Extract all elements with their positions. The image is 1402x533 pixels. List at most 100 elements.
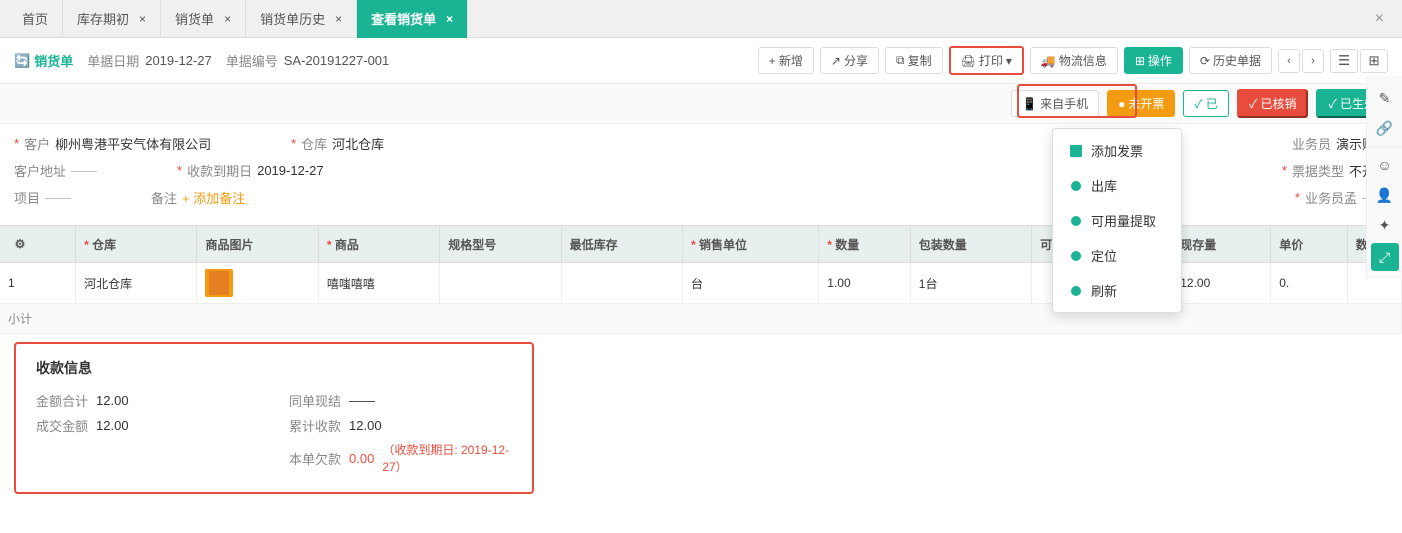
print-button[interactable]: 🖨 打印 ▾: [949, 46, 1024, 75]
expand-right-icon[interactable]: ⤢: [1371, 243, 1399, 271]
extract-icon: [1069, 214, 1083, 228]
payment-box: 收款信息 金额合计 12.00 成交金额 12.00 同单现结 —— 累计收款: [14, 342, 534, 494]
link-right-icon[interactable]: 🔗: [1371, 114, 1399, 142]
tab-view-sales-close[interactable]: ×: [446, 12, 453, 26]
tab-inventory-init-close[interactable]: ×: [139, 12, 146, 26]
invoice-icon: [1069, 144, 1083, 158]
ticket-icon: ●: [1118, 97, 1125, 111]
td-warehouse: 河北仓库: [76, 263, 197, 304]
copy-button[interactable]: ⧉ 复制: [885, 47, 943, 74]
operation-button[interactable]: ⊞ 操作: [1124, 47, 1183, 74]
table-row: 1 河北仓库 嘻嗤嘻嘻 台 1.00 1台 12.00 0.: [0, 263, 1402, 304]
print-icon: 🖨: [961, 54, 976, 68]
history-button[interactable]: ⟳ 历史单据: [1189, 47, 1272, 74]
copy-icon: ⧉: [896, 53, 905, 68]
td-price: 0.: [1271, 263, 1348, 304]
td-pkg-qty: 1台: [910, 263, 1031, 304]
transaction-amount-row: 成交金额 12.00: [36, 413, 259, 438]
th-product-img: 商品图片: [197, 226, 318, 263]
dropdown-locate[interactable]: 定位: [1053, 238, 1181, 273]
form-area: * 客户 柳州粤港平安气体有限公司 * 仓库 河北仓库 业务员 演示账号 客户地…: [0, 124, 1402, 225]
tab-home[interactable]: 首页: [8, 0, 63, 38]
doc-title: 🔄 销货单: [14, 51, 73, 70]
th-min-stock: 最低库存: [561, 226, 682, 263]
second-toolbar: 📱 来自手机 ● 未开票 ✓ 已 ✓ 已核销 ✓ 已生效: [0, 84, 1402, 124]
td-min-stock: [561, 263, 682, 304]
toolbar-buttons: + 新增 ↗ 分享 ⧉ 复制 🖨 打印 ▾ 🚚 物流信息 ⊞ 操作: [758, 46, 1388, 75]
td-spec: [440, 263, 561, 304]
warehouse-field: * 仓库 河北仓库: [291, 134, 384, 153]
th-spec: 规格型号: [440, 226, 561, 263]
sold-out-button[interactable]: ✓ 已核销: [1237, 89, 1309, 118]
not-open-ticket-button[interactable]: ● 未开票: [1107, 90, 1175, 117]
tab-sales-history[interactable]: 销货单历史 ×: [246, 0, 357, 38]
td-product: 嘻嗤嘻嘻: [318, 263, 439, 304]
prev-button[interactable]: ‹: [1278, 49, 1300, 73]
customer-field: * 客户 柳州粤港平安气体有限公司: [14, 134, 211, 153]
project-field: 项目 ——: [14, 188, 71, 207]
td-qty: 1.00: [819, 263, 911, 304]
th-unit: * 销售单位: [682, 226, 818, 263]
gear-icon[interactable]: ⚙: [8, 232, 32, 256]
subtotal-label: 小计: [0, 304, 1402, 334]
dropdown-menu: 添加发票 出库 可用量提取 定位 刷新: [1052, 128, 1182, 313]
grid-view-button[interactable]: ⊞: [1360, 49, 1388, 73]
tab-sales-order-close[interactable]: ×: [224, 12, 231, 26]
refresh-icon: [1069, 284, 1083, 298]
from-phone-button[interactable]: 📱 来自手机: [1011, 90, 1099, 117]
td-unit: 台: [682, 263, 818, 304]
tab-sales-order[interactable]: 销货单 ×: [161, 0, 246, 38]
list-view-button[interactable]: ☰: [1330, 49, 1358, 73]
right-icons-panel: ✎ 🔗 ☺ 👤 ✦ ⤢: [1366, 76, 1402, 279]
due-amount-row: 本单欠款 0.00 （收款到期日: 2019-12-27）: [289, 438, 512, 478]
tab-inventory-init[interactable]: 库存期初 ×: [63, 0, 161, 38]
history-icon: ⟳: [1200, 54, 1210, 68]
window-close-button[interactable]: ×: [1365, 10, 1394, 28]
td-img: [197, 263, 318, 304]
th-pkg-qty: 包装数量: [910, 226, 1031, 263]
share-button[interactable]: ↗ 分享: [820, 47, 879, 74]
star-right-icon[interactable]: ✦: [1371, 211, 1399, 239]
total-amount-row: 金额合计 12.00: [36, 388, 259, 413]
share-icon: ↗: [831, 54, 841, 68]
next-button[interactable]: ›: [1302, 49, 1324, 73]
cumulative-row: 累计收款 12.00: [289, 413, 512, 438]
table-wrap: ⚙ * 仓库 商品图片 * 商品 规格型号 最低库存 * 销售单位 * 数量 包…: [0, 225, 1402, 334]
product-image: [205, 269, 233, 297]
dropdown-refresh[interactable]: 刷新: [1053, 273, 1181, 308]
th-warehouse: * 仓库: [76, 226, 197, 263]
dropdown-add-invoice[interactable]: 添加发票: [1053, 133, 1181, 168]
edit-right-icon[interactable]: ✎: [1371, 84, 1399, 112]
note-field: 备注 + 添加备注: [151, 188, 245, 207]
logistics-button[interactable]: 🚚 物流信息: [1030, 47, 1118, 74]
dropdown-available-extract[interactable]: 可用量提取: [1053, 203, 1181, 238]
new-button[interactable]: + 新增: [758, 47, 814, 74]
same-order-row: 同单现结 ——: [289, 388, 512, 413]
locate-icon: [1069, 249, 1083, 263]
truck-icon: 🚚: [1041, 54, 1056, 68]
grid-icon: ⊞: [1135, 54, 1145, 68]
doc-header: 🔄 销货单 单据日期 2019-12-27 单据编号 SA-20191227-0…: [0, 38, 1402, 84]
payment-grid: 金额合计 12.00 成交金额 12.00 同单现结 —— 累计收款 12.00: [36, 388, 512, 478]
dropdown-outbound[interactable]: 出库: [1053, 168, 1181, 203]
doc-meta: 单据日期 2019-12-27: [87, 51, 212, 70]
add-note-button[interactable]: + 添加备注: [182, 188, 245, 207]
nav-arrows: ‹ ›: [1278, 49, 1324, 73]
outbound-icon: [1069, 179, 1083, 193]
smile-right-icon[interactable]: ☺: [1371, 151, 1399, 179]
tab-sales-history-close[interactable]: ×: [335, 12, 342, 26]
th-stock: 现存量: [1172, 226, 1271, 263]
confirm-button[interactable]: ✓ 已: [1183, 90, 1229, 117]
th-gear: ⚙: [0, 226, 76, 263]
view-toggle: ☰ ⊞: [1330, 49, 1388, 73]
tab-view-sales[interactable]: 查看销货单 ×: [357, 0, 468, 38]
address-field: 客户地址 ——: [14, 161, 97, 180]
doc-icon: 🔄: [14, 53, 30, 69]
data-table: ⚙ * 仓库 商品图片 * 商品 规格型号 最低库存 * 销售单位 * 数量 包…: [0, 226, 1402, 334]
due-date-field: * 收款到期日 2019-12-27: [177, 161, 324, 180]
payment-title: 收款信息: [36, 358, 512, 378]
print-chevron: ▾: [1006, 54, 1012, 68]
td-no: 1: [0, 263, 76, 304]
th-product: * 商品: [318, 226, 439, 263]
user-right-icon[interactable]: 👤: [1371, 181, 1399, 209]
